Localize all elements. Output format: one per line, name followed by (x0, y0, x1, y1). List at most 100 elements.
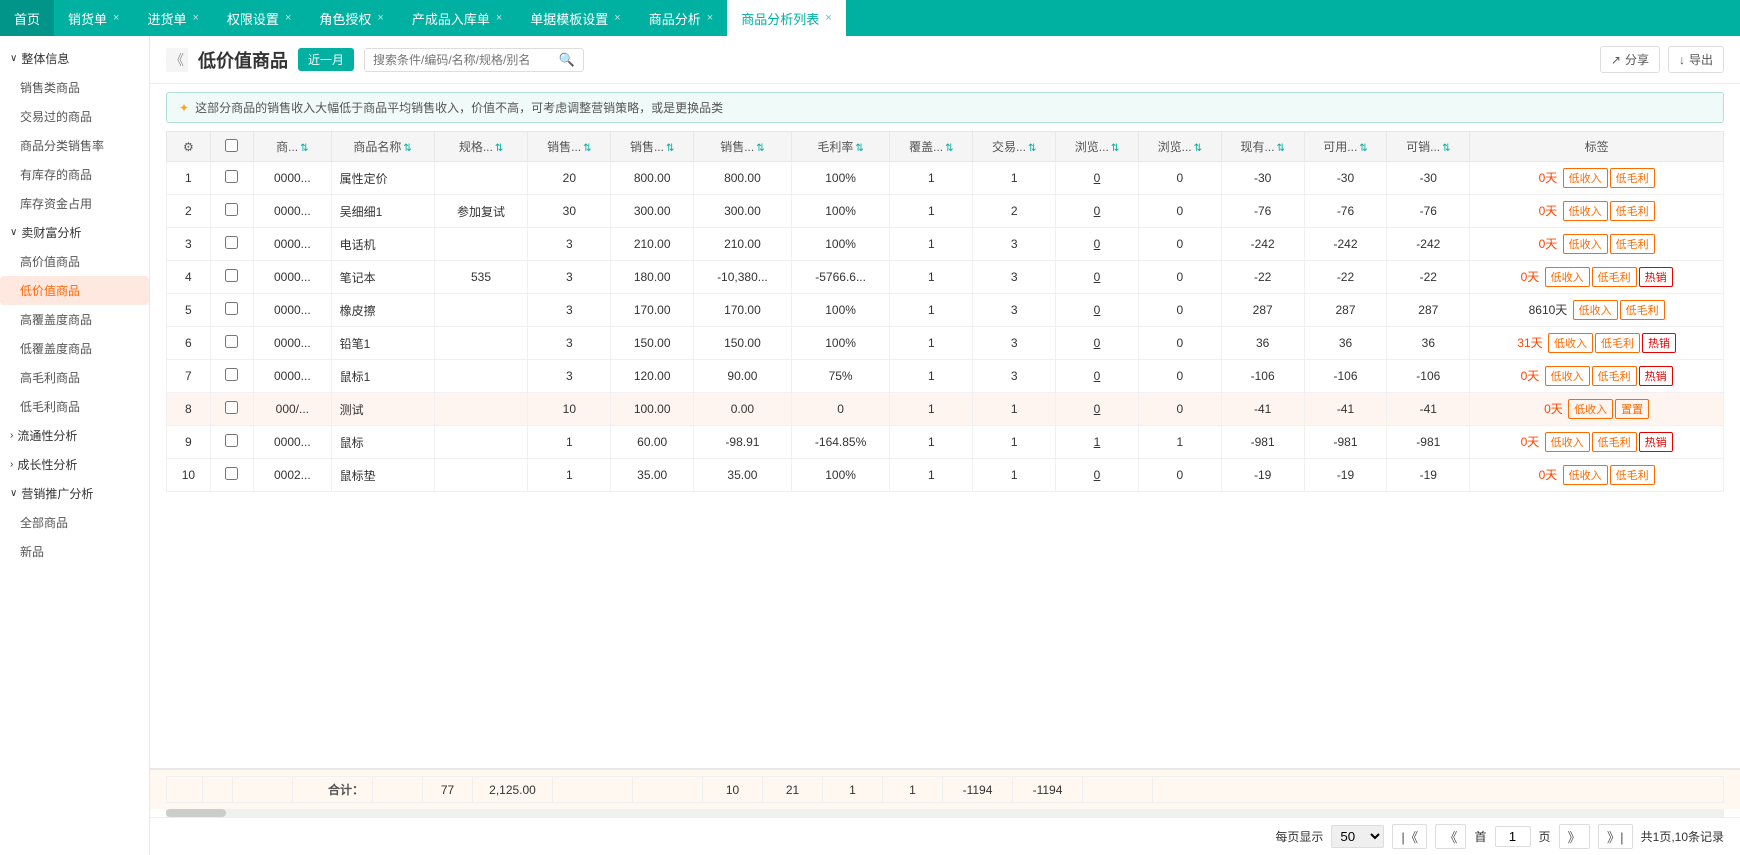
col-stock[interactable]: 现有...⇅ (1221, 132, 1304, 162)
row-checkbox[interactable] (210, 261, 253, 294)
row-checkbox[interactable] (210, 426, 253, 459)
close-icon[interactable]: × (614, 12, 620, 24)
close-icon[interactable]: × (496, 12, 502, 24)
row-days: 0天 (1539, 468, 1558, 482)
col-view2[interactable]: 浏览...⇅ (1138, 132, 1221, 162)
row-select-checkbox[interactable] (225, 467, 238, 480)
row-select-checkbox[interactable] (225, 269, 238, 282)
col-sale-qty[interactable]: 销售...⇅ (528, 132, 611, 162)
nav-item-home[interactable]: 首页 (0, 0, 54, 36)
search-input[interactable] (373, 53, 559, 67)
sidebar-item-sales-products[interactable]: 销售类商品 (0, 73, 149, 102)
row-select-checkbox[interactable] (225, 368, 238, 381)
nav-item-analysis-list[interactable]: 商品分析列表 × (727, 0, 845, 36)
per-page-select[interactable]: 50 100 200 (1331, 825, 1384, 848)
sidebar-item-high-value[interactable]: 高价值商品 (0, 247, 149, 276)
row-checkbox[interactable] (210, 195, 253, 228)
row-view1[interactable]: 0 (1056, 162, 1139, 195)
sidebar-item-low-coverage[interactable]: 低覆盖度商品 (0, 334, 149, 363)
col-sellable[interactable]: 可销...⇅ (1387, 132, 1470, 162)
row-select-checkbox[interactable] (225, 401, 238, 414)
col-avail[interactable]: 可用...⇅ (1304, 132, 1387, 162)
nav-item-roles[interactable]: 角色授权 × (305, 0, 397, 36)
sidebar-section-growth[interactable]: › 成长性分析 (0, 450, 149, 479)
row-view1[interactable]: 0 (1056, 294, 1139, 327)
nav-item-sales[interactable]: 销货单 × (54, 0, 133, 36)
sidebar-section-overall[interactable]: ∨ 整体信息 (0, 44, 149, 73)
time-filter-button[interactable]: 近一月 (298, 48, 354, 71)
row-select-checkbox[interactable] (225, 335, 238, 348)
close-icon[interactable]: × (707, 12, 713, 24)
row-select-checkbox[interactable] (225, 236, 238, 249)
row-select-checkbox[interactable] (225, 434, 238, 447)
col-trade[interactable]: 交易...⇅ (973, 132, 1056, 162)
horizontal-scrollbar[interactable] (166, 809, 1724, 817)
row-view1[interactable]: 1 (1056, 426, 1139, 459)
row-view1[interactable]: 0 (1056, 228, 1139, 261)
row-checkbox[interactable] (210, 327, 253, 360)
row-view1[interactable]: 0 (1056, 393, 1139, 426)
nav-item-purchase[interactable]: 进货单 × (133, 0, 212, 36)
row-tags: 0天 低收入低毛利 (1470, 228, 1724, 261)
col-margin[interactable]: 毛利率⇅ (791, 132, 890, 162)
row-view1[interactable]: 0 (1056, 360, 1139, 393)
row-checkbox[interactable] (210, 162, 253, 195)
first-page-button[interactable]: |《 (1392, 824, 1427, 849)
col-sale1[interactable]: 销售...⇅ (611, 132, 694, 162)
sidebar-section-marketing[interactable]: ∨ 营销推广分析 (0, 479, 149, 508)
sidebar-item-new-products[interactable]: 新品 (0, 537, 149, 566)
col-settings[interactable]: ⚙ (167, 132, 211, 162)
sidebar-section-liquidity[interactable]: › 流通性分析 (0, 421, 149, 450)
row-view1[interactable]: 0 (1056, 459, 1139, 492)
sidebar-item-low-value[interactable]: 低价值商品 (0, 276, 149, 305)
sidebar-item-low-margin[interactable]: 低毛利商品 (0, 392, 149, 421)
last-page-button[interactable]: 》| (1598, 824, 1633, 849)
sidebar-item-high-coverage[interactable]: 高覆盖度商品 (0, 305, 149, 334)
row-days: 0天 (1539, 171, 1558, 185)
row-checkbox[interactable] (210, 459, 253, 492)
close-icon[interactable]: × (377, 12, 383, 24)
row-view1[interactable]: 0 (1056, 261, 1139, 294)
nav-item-analysis[interactable]: 商品分析 × (635, 0, 727, 36)
export-button[interactable]: ↓ 导出 (1668, 46, 1724, 73)
sidebar-item-traded-products[interactable]: 交易过的商品 (0, 102, 149, 131)
nav-item-warehouse[interactable]: 产成品入库单 × (398, 0, 516, 36)
nav-item-template[interactable]: 单据模板设置 × (516, 0, 634, 36)
page-number-input[interactable] (1495, 826, 1531, 847)
col-spec[interactable]: 规格...⇅ (434, 132, 528, 162)
col-view1[interactable]: 浏览...⇅ (1056, 132, 1139, 162)
search-icon[interactable]: 🔍 (559, 52, 575, 68)
row-select-checkbox[interactable] (225, 170, 238, 183)
sidebar-item-high-margin[interactable]: 高毛利商品 (0, 363, 149, 392)
row-checkbox[interactable] (210, 228, 253, 261)
row-no: 10 (167, 459, 211, 492)
next-page-button[interactable]: 》 (1559, 824, 1590, 849)
close-icon[interactable]: × (285, 12, 291, 24)
row-checkbox[interactable] (210, 393, 253, 426)
row-checkbox[interactable] (210, 294, 253, 327)
sidebar-section-wealth[interactable]: ∨ 卖财富分析 (0, 218, 149, 247)
sidebar-item-category-sales-rate[interactable]: 商品分类销售率 (0, 131, 149, 160)
col-sale2[interactable]: 销售...⇅ (694, 132, 792, 162)
nav-item-permissions[interactable]: 权限设置 × (213, 0, 305, 36)
select-all-checkbox[interactable] (225, 139, 238, 152)
close-icon[interactable]: × (113, 12, 119, 24)
row-select-checkbox[interactable] (225, 302, 238, 315)
close-icon[interactable]: × (192, 12, 198, 24)
col-name[interactable]: 商品名称⇅ (331, 132, 434, 162)
collapse-sidebar-button[interactable]: 《 (166, 48, 188, 72)
tag: 低收入 (1545, 432, 1590, 452)
col-cover[interactable]: 覆盖...⇅ (890, 132, 973, 162)
row-select-checkbox[interactable] (225, 203, 238, 216)
prev-page-button[interactable]: 《 (1435, 824, 1466, 849)
col-code[interactable]: 商...⇅ (254, 132, 331, 162)
row-view1[interactable]: 0 (1056, 195, 1139, 228)
col-checkbox[interactable] (210, 132, 253, 162)
close-icon[interactable]: × (825, 12, 831, 24)
share-button[interactable]: ↗ 分享 (1600, 46, 1660, 73)
row-checkbox[interactable] (210, 360, 253, 393)
sidebar-item-stock-capital[interactable]: 库存资金占用 (0, 189, 149, 218)
sidebar-item-stocked-products[interactable]: 有库存的商品 (0, 160, 149, 189)
row-view1[interactable]: 0 (1056, 327, 1139, 360)
sidebar-item-all-products[interactable]: 全部商品 (0, 508, 149, 537)
